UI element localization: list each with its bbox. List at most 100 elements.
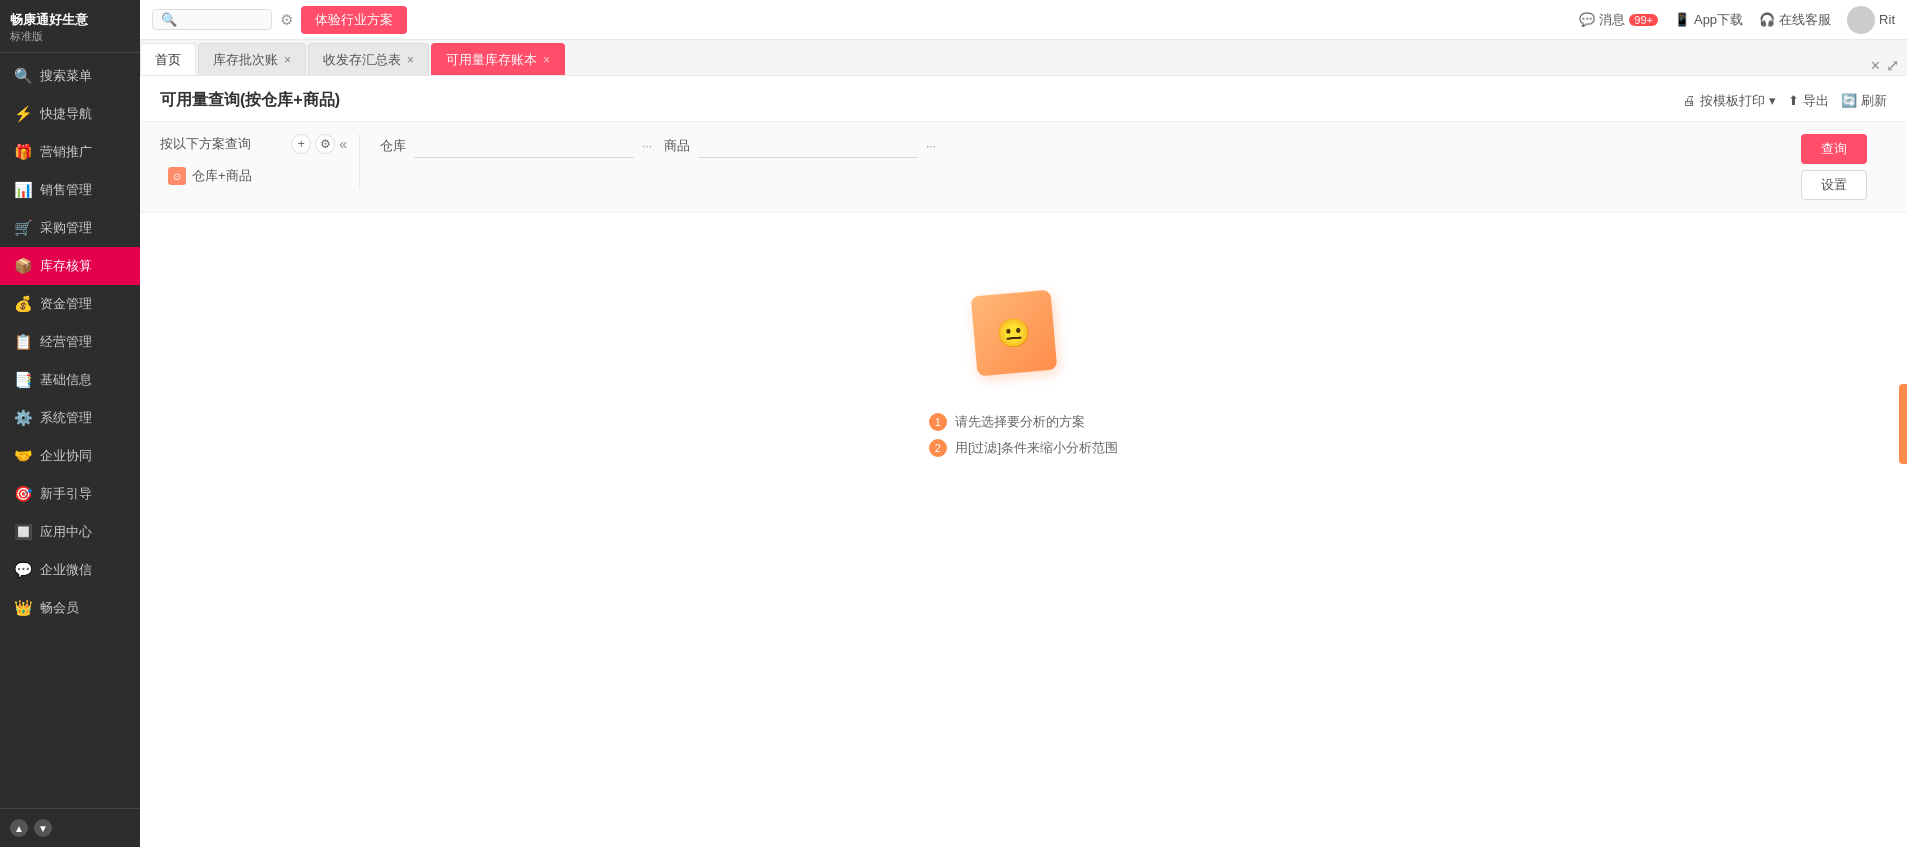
warehouse-field: 仓库 ··· <box>380 134 652 158</box>
goods-input[interactable] <box>698 134 918 158</box>
sidebar-item-search[interactable]: 🔍 搜索菜单 <box>0 57 140 95</box>
scroll-up-btn[interactable]: ▲ <box>10 819 28 837</box>
sidebar-label-system: 系统管理 <box>40 409 92 427</box>
goods-label: 商品 <box>664 137 690 155</box>
sidebar-item-finance[interactable]: 💰 资金管理 <box>0 285 140 323</box>
tab-close-batch[interactable]: × <box>284 53 291 67</box>
message-badge: 99+ <box>1629 14 1658 26</box>
filter-row: 仓库 ··· 商品 ··· <box>380 134 1769 158</box>
industry-btn[interactable]: 体验行业方案 <box>301 6 407 34</box>
sidebar-icon-sales: 📊 <box>14 181 32 199</box>
service-label: 在线客服 <box>1779 11 1831 29</box>
gear-icon[interactable]: ⚙ <box>280 11 293 29</box>
sidebar-item-inventory[interactable]: 📦 库存核算 <box>0 247 140 285</box>
sidebar-label-search: 搜索菜单 <box>40 67 92 85</box>
tab-stock-summary[interactable]: 收发存汇总表× <box>308 43 429 75</box>
tab-label-available-stock: 可用量库存账本 <box>446 51 537 69</box>
sidebar-label-basic: 基础信息 <box>40 371 92 389</box>
scroll-down-btn[interactable]: ▼ <box>34 819 52 837</box>
scheme-collapse-btn[interactable]: « <box>339 136 347 152</box>
refresh-btn[interactable]: 🔄 刷新 <box>1841 92 1887 110</box>
service-btn[interactable]: 🎧 在线客服 <box>1759 11 1831 29</box>
scheme-panel: 按以下方案查询 + ⚙ « ⊙ 仓库+商品 <box>160 134 360 190</box>
topbar-search-box[interactable]: 🔍 <box>152 9 272 30</box>
export-label: 导出 <box>1803 92 1829 110</box>
avatar <box>1847 6 1875 34</box>
app-icon: 📱 <box>1674 12 1690 27</box>
sidebar-icon-quicknav: ⚡ <box>14 105 32 123</box>
print-label: 按模板打印 <box>1700 92 1765 110</box>
sidebar-item-member[interactable]: 👑 畅会员 <box>0 589 140 627</box>
service-icon: 🎧 <box>1759 12 1775 27</box>
query-btn[interactable]: 查询 <box>1801 134 1867 164</box>
warehouse-input[interactable] <box>414 134 634 158</box>
sidebar-item-enterprise[interactable]: 🤝 企业协同 <box>0 437 140 475</box>
scheme-actions: + ⚙ « <box>291 134 347 154</box>
empty-tip-num-2: 2 <box>929 439 947 457</box>
empty-text: 1 请先选择要分析的方案 2 用[过滤]条件来缩小分析范围 <box>929 413 1118 465</box>
scheme-settings-btn[interactable]: ⚙ <box>315 134 335 154</box>
sidebar-icon-marketing: 🎁 <box>14 143 32 161</box>
sidebar-label-finance: 资金管理 <box>40 295 92 313</box>
tab-close-stock-summary[interactable]: × <box>407 53 414 67</box>
sidebar-label-member: 畅会员 <box>40 599 79 617</box>
topbar-right: 💬 消息 99+ 📱 App下载 🎧 在线客服 Rit <box>1579 6 1895 34</box>
app-label: App下载 <box>1694 11 1743 29</box>
goods-field: 商品 ··· <box>664 134 936 158</box>
main-area: 🔍 ⚙ 体验行业方案 💬 消息 99+ 📱 App下载 🎧 在线客服 Rit <box>140 0 1907 847</box>
sidebar-icon-purchase: 🛒 <box>14 219 32 237</box>
sidebar-label-enterprise: 企业协同 <box>40 447 92 465</box>
sidebar-label-purchase: 采购管理 <box>40 219 92 237</box>
empty-illustration: 😐 <box>974 293 1074 393</box>
right-scroll-indicator <box>1899 384 1907 464</box>
topbar: 🔍 ⚙ 体验行业方案 💬 消息 99+ 📱 App下载 🎧 在线客服 Rit <box>140 0 1907 40</box>
sidebar-item-newbie[interactable]: 🎯 新手引导 <box>0 475 140 513</box>
message-label: 消息 <box>1599 11 1625 29</box>
sidebar-item-apps[interactable]: 🔲 应用中心 <box>0 513 140 551</box>
search-input[interactable] <box>181 13 261 27</box>
warehouse-more-btn[interactable]: ··· <box>642 139 652 153</box>
sidebar-icon-member: 👑 <box>14 599 32 617</box>
tabbar-right-actions: × ⤢ <box>1871 56 1907 75</box>
sidebar-label-sales: 销售管理 <box>40 181 92 199</box>
sidebar-item-wechat[interactable]: 💬 企业微信 <box>0 551 140 589</box>
tab-batch[interactable]: 库存批次账× <box>198 43 306 75</box>
scheme-add-btn[interactable]: + <box>291 134 311 154</box>
refresh-label: 刷新 <box>1861 92 1887 110</box>
empty-tip-label-1: 请先选择要分析的方案 <box>955 413 1085 431</box>
brand-name: 畅康通好生意 <box>10 12 130 29</box>
sidebar-item-operation[interactable]: 📋 经营管理 <box>0 323 140 361</box>
sidebar-item-basic[interactable]: 📑 基础信息 <box>0 361 140 399</box>
print-btn[interactable]: 🖨 按模板打印 ▾ <box>1683 92 1776 110</box>
sidebar-nav: 🔍 搜索菜单 ⚡ 快捷导航 🎁 营销推广 📊 销售管理 🛒 采购管理 📦 库存核… <box>0 53 140 808</box>
sidebar-item-purchase[interactable]: 🛒 采购管理 <box>0 209 140 247</box>
export-btn[interactable]: ⬆ 导出 <box>1788 92 1829 110</box>
sidebar-header: 畅康通好生意 标准版 <box>0 0 140 53</box>
sidebar-item-marketing[interactable]: 🎁 营销推广 <box>0 133 140 171</box>
sidebar-icon-newbie: 🎯 <box>14 485 32 503</box>
settings-btn[interactable]: 设置 <box>1801 170 1867 200</box>
scheme-item-warehouse-goods[interactable]: ⊙ 仓库+商品 <box>160 162 347 190</box>
sidebar-icon-apps: 🔲 <box>14 523 32 541</box>
tab-close-available-stock[interactable]: × <box>543 53 550 67</box>
page-title: 可用量查询(按仓库+商品) <box>160 90 340 111</box>
sidebar-icon-system: ⚙️ <box>14 409 32 427</box>
message-btn[interactable]: 💬 消息 99+ <box>1579 11 1658 29</box>
scheme-item-icon: ⊙ <box>168 167 186 185</box>
tab-home[interactable]: 首页 <box>140 43 196 75</box>
sidebar-label-operation: 经营管理 <box>40 333 92 351</box>
goods-more-btn[interactable]: ··· <box>926 139 936 153</box>
sidebar-item-quicknav[interactable]: ⚡ 快捷导航 <box>0 95 140 133</box>
user-area[interactable]: Rit <box>1847 6 1895 34</box>
sidebar-label-marketing: 营销推广 <box>40 143 92 161</box>
sidebar-label-quicknav: 快捷导航 <box>40 105 92 123</box>
sidebar-icon-wechat: 💬 <box>14 561 32 579</box>
user-name: Rit <box>1879 12 1895 27</box>
tab-expand-btn[interactable]: ⤢ <box>1886 56 1899 75</box>
tab-available-stock[interactable]: 可用量库存账本 × <box>431 43 565 75</box>
query-panel: 按以下方案查询 + ⚙ « ⊙ 仓库+商品 仓库 <box>140 122 1907 213</box>
sidebar-item-sales[interactable]: 📊 销售管理 <box>0 171 140 209</box>
app-download-btn[interactable]: 📱 App下载 <box>1674 11 1743 29</box>
sidebar-item-system[interactable]: ⚙️ 系统管理 <box>0 399 140 437</box>
tab-close-all-btn[interactable]: × <box>1871 57 1880 75</box>
